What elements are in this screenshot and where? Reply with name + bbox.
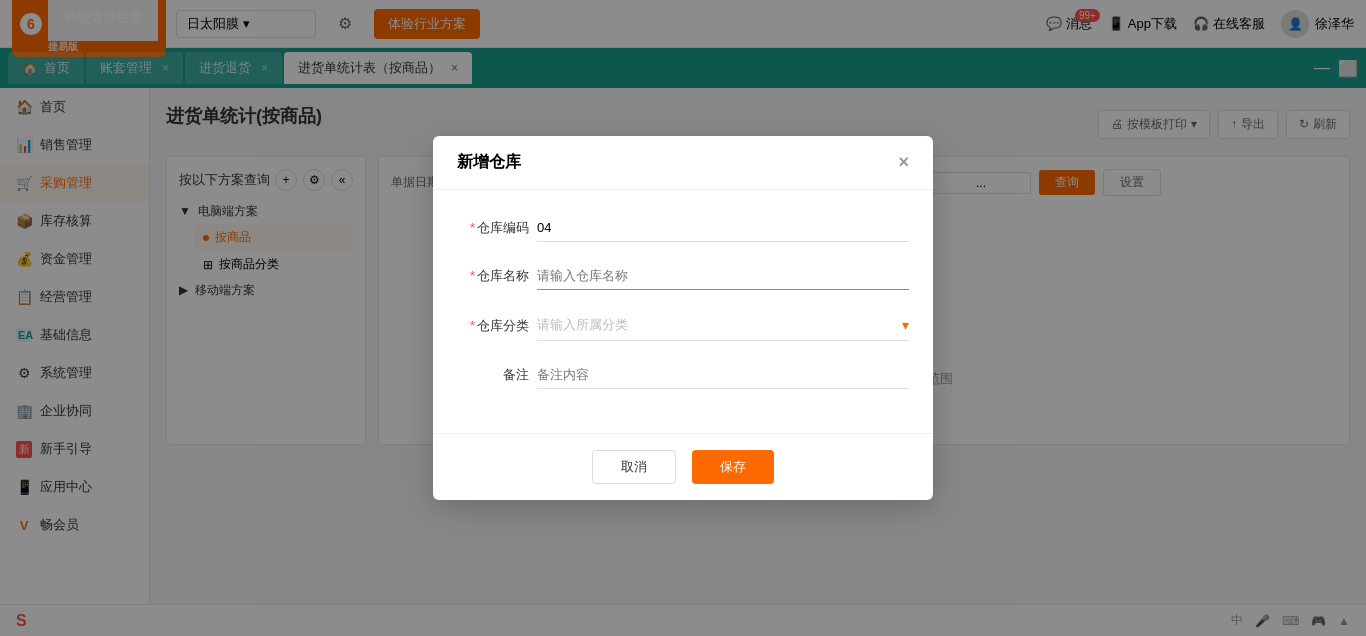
category-select[interactable]: 请输入所属分类 ▾ — [537, 310, 909, 341]
name-input[interactable] — [537, 262, 909, 290]
remark-input[interactable] — [537, 361, 909, 389]
category-placeholder: 请输入所属分类 — [537, 316, 628, 334]
form-row-code: 仓库编码 — [457, 214, 909, 242]
form-row-category: 仓库分类 请输入所属分类 ▾ — [457, 310, 909, 341]
form-row-name: 仓库名称 — [457, 262, 909, 290]
modal-overlay[interactable]: 新增仓库 × 仓库编码 仓库名称 仓库分类 请输入所属分类 ▾ — [0, 0, 1366, 636]
code-input[interactable] — [537, 214, 909, 242]
name-label: 仓库名称 — [457, 267, 537, 285]
new-warehouse-modal: 新增仓库 × 仓库编码 仓库名称 仓库分类 请输入所属分类 ▾ — [433, 136, 933, 500]
modal-close-btn[interactable]: × — [898, 152, 909, 173]
form-row-remark: 备注 — [457, 361, 909, 389]
modal-header: 新增仓库 × — [433, 136, 933, 190]
category-label: 仓库分类 — [457, 317, 537, 335]
cancel-button[interactable]: 取消 — [592, 450, 676, 484]
remark-label: 备注 — [457, 366, 537, 384]
modal-title: 新增仓库 — [457, 152, 521, 173]
code-label: 仓库编码 — [457, 219, 537, 237]
category-arrow-icon: ▾ — [902, 317, 909, 333]
save-button[interactable]: 保存 — [692, 450, 774, 484]
modal-body: 仓库编码 仓库名称 仓库分类 请输入所属分类 ▾ 备注 — [433, 190, 933, 433]
modal-footer: 取消 保存 — [433, 433, 933, 500]
